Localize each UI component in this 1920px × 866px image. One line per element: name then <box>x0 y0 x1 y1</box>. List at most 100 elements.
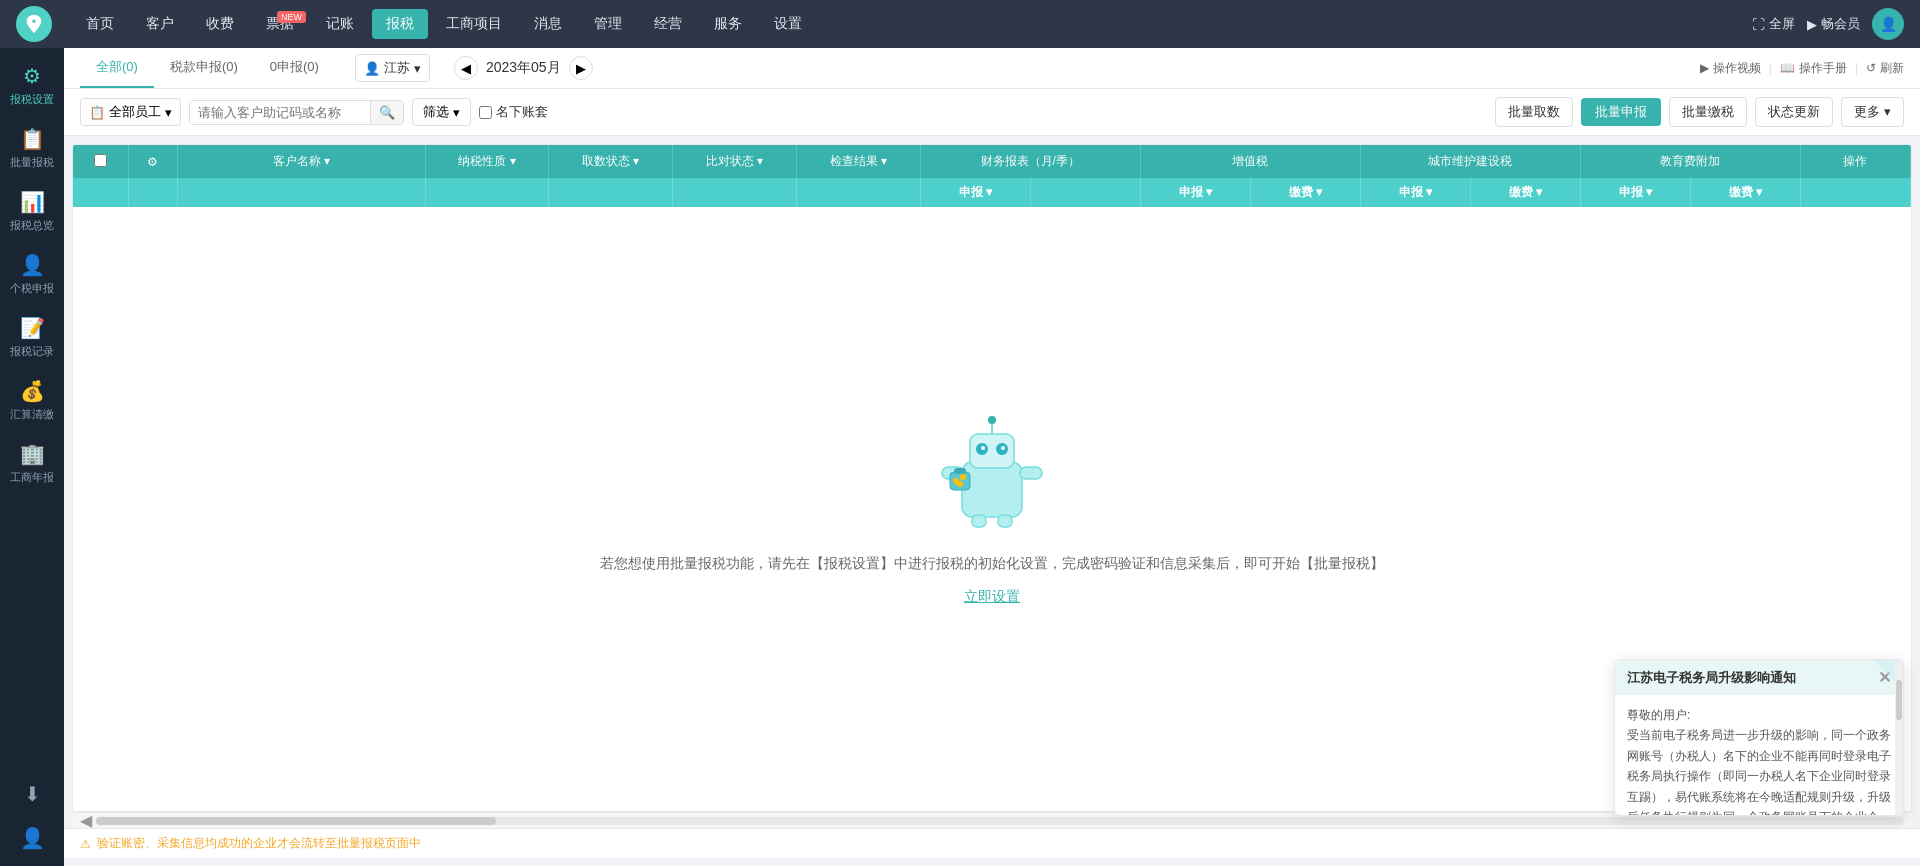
robot-illustration <box>932 412 1052 535</box>
nav-client[interactable]: 客户 <box>132 9 188 39</box>
sidebar-item-batch-tax[interactable]: 📋 批量报税 <box>4 119 60 178</box>
employee-select[interactable]: 📋 全部员工 ▾ <box>80 98 181 126</box>
filter-button[interactable]: 筛选 ▾ <box>412 98 471 126</box>
th-check-result: 检查结果 ▾ <box>796 145 920 178</box>
th-tax-type: 纳税性质 ▾ <box>425 145 549 178</box>
scroll-left-btn[interactable]: ◀ <box>80 811 92 830</box>
th-sub-finance-empty <box>1030 178 1140 207</box>
nav-operation[interactable]: 经营 <box>640 9 696 39</box>
svg-rect-9 <box>1020 467 1042 479</box>
filter-bar: 📋 全部员工 ▾ 🔍 筛选 ▾ 名下账套 批量取数 批量申报 批量缴税 状态更新 <box>64 89 1920 136</box>
filter-icon-vat-pay[interactable]: ▾ <box>1316 185 1322 199</box>
nav-manage[interactable]: 管理 <box>580 9 636 39</box>
refresh-link[interactable]: ↺ 刷新 <box>1866 60 1904 77</box>
avatar[interactable]: 👤 <box>1872 8 1904 40</box>
refresh-icon: ↺ <box>1866 61 1876 75</box>
province-select[interactable]: 👤 江苏 ▾ <box>355 54 430 82</box>
date-text: 2023年05月 <box>486 59 561 77</box>
filter-icon-tax-type[interactable]: ▾ <box>510 154 516 168</box>
nav-ledger[interactable]: 记账 <box>312 9 368 39</box>
gear-icon[interactable]: ⚙ <box>147 155 158 169</box>
notif-header: 江苏电子税务局升级影响通知 ✕ <box>1615 660 1903 695</box>
tax-settings-icon: ⚙ <box>23 64 41 88</box>
th-sub-edu-pay: 缴费 ▾ <box>1690 178 1800 207</box>
filter-icon-compare[interactable]: ▾ <box>757 154 763 168</box>
tab-all[interactable]: 全部(0) <box>80 48 154 88</box>
vip-btn[interactable]: ▶ 畅会员 <box>1807 15 1860 33</box>
th-action: 操作 <box>1800 145 1910 178</box>
tab-tax-declare[interactable]: 税款申报(0) <box>154 48 254 88</box>
logo[interactable] <box>16 6 52 42</box>
search-button[interactable]: 🔍 <box>370 101 403 124</box>
filter-icon-fetch[interactable]: ▾ <box>633 154 639 168</box>
more-btn[interactable]: 更多 ▾ <box>1841 97 1904 127</box>
sidebar-item-settlement[interactable]: 💰 汇算清缴 <box>4 371 60 430</box>
nav-business[interactable]: 工商项目 <box>432 9 516 39</box>
manual-link[interactable]: 📖 操作手册 <box>1780 60 1847 77</box>
batch-declare-btn[interactable]: 批量申报 <box>1581 98 1661 126</box>
notif-scrollbar[interactable] <box>1895 660 1903 815</box>
filter-icon-city-pay[interactable]: ▾ <box>1536 185 1542 199</box>
th-sub-city-declare: 申报 ▾ <box>1360 178 1470 207</box>
filter-chevron-icon: ▾ <box>453 105 460 120</box>
th-sub-action <box>1800 178 1910 207</box>
sidebar-item-download[interactable]: ⬇ <box>4 774 60 814</box>
hscroll-thumb[interactable] <box>96 817 496 825</box>
filter-icon-check[interactable]: ▾ <box>881 154 887 168</box>
filter-icon-edu-pay[interactable]: ▾ <box>1756 185 1762 199</box>
sidebar-item-tax-records[interactable]: 📝 报税记录 <box>4 308 60 367</box>
status-update-btn[interactable]: 状态更新 <box>1755 97 1833 127</box>
checkbox-account[interactable]: 名下账套 <box>479 103 548 121</box>
th-sub-client <box>178 178 426 207</box>
filter-text: 筛选 <box>423 103 449 121</box>
filter-icon-vat-declare[interactable]: ▾ <box>1206 185 1212 199</box>
batch-pay-btn[interactable]: 批量缴税 <box>1669 97 1747 127</box>
account-checkbox[interactable] <box>479 106 492 119</box>
empty-text: 若您想使用批量报税功能，请先在【报税设置】中进行报税的初始化设置，完成密码验证和… <box>600 551 1384 576</box>
select-all-checkbox[interactable] <box>94 154 107 167</box>
status-bar: ⚠ 验证账密、采集信息均成功的企业才会流转至批量报税页面中 <box>64 828 1920 858</box>
tab-zero-declare[interactable]: 0申报(0) <box>254 48 335 88</box>
th-city-tax: 城市维护建设税 <box>1360 145 1580 178</box>
sidebar-item-tax-settings[interactable]: ⚙ 报税设置 <box>4 56 60 115</box>
batch-fetch-btn[interactable]: 批量取数 <box>1495 97 1573 127</box>
th-compare-status: 比对状态 ▾ <box>673 145 797 178</box>
top-nav: 首页 客户 收费 票据 NEW 记账 报税 工商项目 消息 管理 经营 服务 设… <box>0 0 1920 48</box>
tab-right-actions: ▶ 操作视频 | 📖 操作手册 | ↺ 刷新 <box>1700 60 1904 77</box>
status-text: 验证账密、采集信息均成功的企业才会流转至批量报税页面中 <box>97 835 421 852</box>
search-input[interactable] <box>190 101 370 124</box>
th-fetch-status: 取数状态 ▾ <box>549 145 673 178</box>
video-link[interactable]: ▶ 操作视频 <box>1700 60 1761 77</box>
sidebar-item-annual-report[interactable]: 🏢 工商年报 <box>4 434 60 493</box>
nav-home[interactable]: 首页 <box>72 9 128 39</box>
th-client-name: 客户名称 ▾ <box>178 145 426 178</box>
nav-bill[interactable]: 票据 NEW <box>252 9 308 39</box>
date-prev-btn[interactable]: ◀ <box>454 56 478 80</box>
nav-tax[interactable]: 报税 <box>372 9 428 39</box>
filter-icon-client[interactable]: ▾ <box>324 154 330 168</box>
tabs-row: 全部(0) 税款申报(0) 0申报(0) 👤 江苏 ▾ ◀ 2023年05月 ▶ <box>64 48 1920 89</box>
fullscreen-btn[interactable]: ⛶ 全屏 <box>1752 15 1795 33</box>
sidebar-item-personal-tax[interactable]: 👤 个税申报 <box>4 245 60 304</box>
nav-service[interactable]: 服务 <box>700 9 756 39</box>
top-nav-right: ⛶ 全屏 ▶ 畅会员 👤 <box>1752 8 1904 40</box>
date-next-btn[interactable]: ▶ <box>569 56 593 80</box>
nav-settings[interactable]: 设置 <box>760 9 816 39</box>
nav-fee[interactable]: 收费 <box>192 9 248 39</box>
th-sub-check <box>796 178 920 207</box>
sidebar-item-tax-overview[interactable]: 📊 报税总览 <box>4 182 60 241</box>
setup-link[interactable]: 立即设置 <box>964 588 1020 606</box>
hscroll-track[interactable] <box>96 817 1904 825</box>
annual-report-icon: 🏢 <box>20 442 45 466</box>
vip-icon: ▶ <box>1807 17 1817 32</box>
filter-icon-city-declare[interactable]: ▾ <box>1426 185 1432 199</box>
video-icon: ▶ <box>1700 61 1709 75</box>
filter-icon-edu-declare[interactable]: ▾ <box>1646 185 1652 199</box>
notif-content: 受当前电子税务局进一步升级的影响，同一个政务网账号（办税人）名下的企业不能再同时… <box>1627 725 1891 815</box>
nav-message[interactable]: 消息 <box>520 9 576 39</box>
sidebar-item-user[interactable]: 👤 <box>4 818 60 858</box>
filter-icon-finance-declare[interactable]: ▾ <box>986 185 992 199</box>
sidebar-label-batch-tax: 批量报税 <box>10 155 54 170</box>
th-sub-city-pay: 缴费 ▾ <box>1470 178 1580 207</box>
chevron-down-icon: ▾ <box>414 61 421 76</box>
